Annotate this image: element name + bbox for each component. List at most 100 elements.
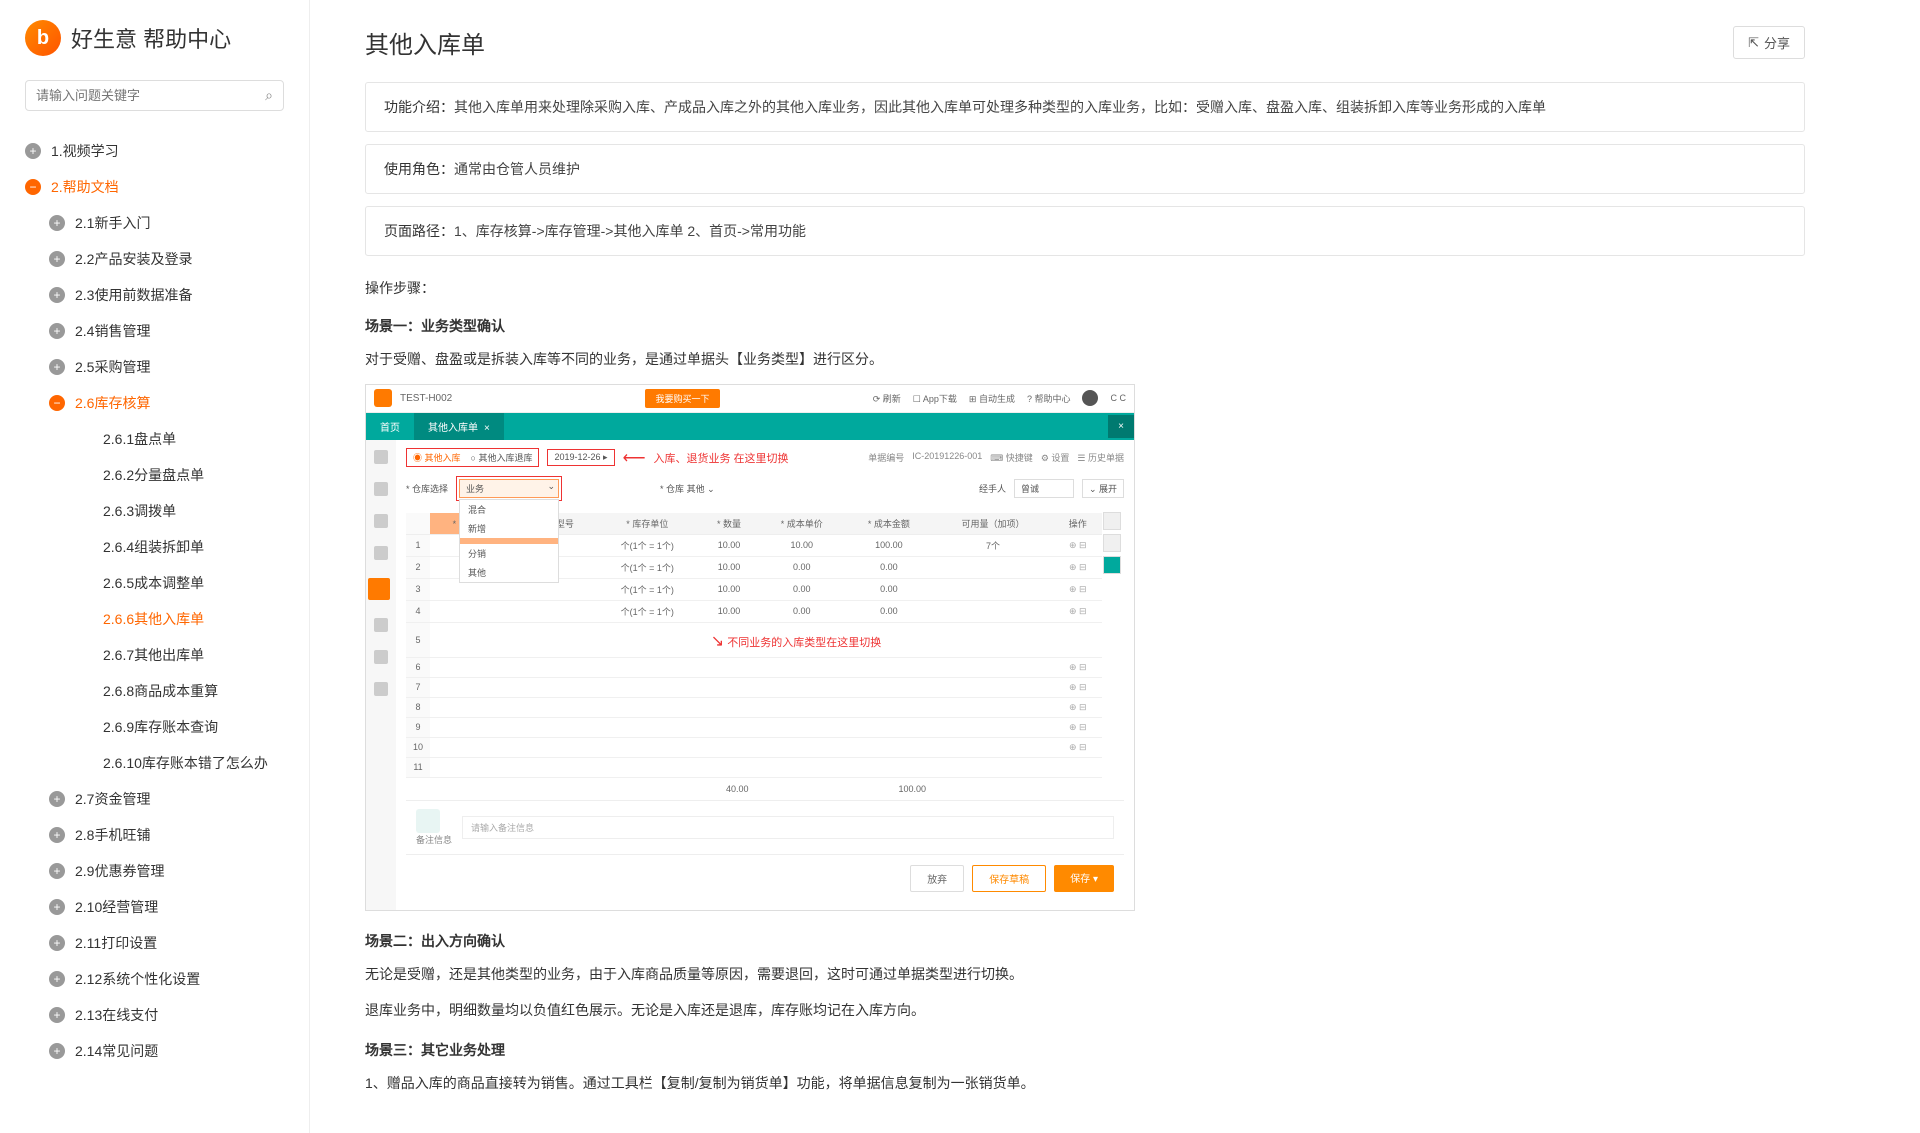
th-price: * 成本单价 xyxy=(758,513,845,535)
ss-date-field[interactable]: 2019-12-26 ▸ xyxy=(547,449,614,466)
sidebar: b 好生意 帮助中心 ⌕ +1.视频学习 −2.帮助文档 +2.1新手入门 +2… xyxy=(0,0,310,1133)
nav-2-6-1[interactable]: 2.6.1盘点单 xyxy=(103,421,284,457)
ss-nav-icon[interactable] xyxy=(374,650,388,664)
ss-save-button[interactable]: 保存 ▾ xyxy=(1054,865,1114,892)
nav-2-14[interactable]: +2.14常见问题 xyxy=(49,1033,284,1069)
ss-discard-button[interactable]: 放弃 xyxy=(910,865,964,892)
ss-avatar-icon[interactable] xyxy=(1082,390,1098,406)
th-num xyxy=(406,513,430,535)
scene1-title: 场景一：业务类型确认 xyxy=(365,316,1805,336)
plus-icon: + xyxy=(49,323,65,339)
table-row[interactable]: 5↘ 不同业务的入库类型在这里切换 xyxy=(406,622,1102,657)
ss-op-label: 经手人 xyxy=(979,482,1006,495)
nav-2-7[interactable]: +2.7资金管理 xyxy=(49,781,284,817)
ss-radio-in[interactable]: ◉ 其他入库 xyxy=(413,451,461,464)
main-content: 其他入库单 ⇱分享 功能介绍：其他入库单用来处理除采购入库、产成品入库之外的其他… xyxy=(310,0,1860,1133)
nav-video-learning[interactable]: +1.视频学习 xyxy=(25,133,284,169)
ss-expand-button[interactable]: ⌄ 展开 xyxy=(1082,479,1124,498)
table-row[interactable]: 7⊕ ⊟ xyxy=(406,677,1102,697)
ss-tab-other-in[interactable]: 其他入库单× xyxy=(414,413,504,440)
ss-op-field[interactable]: 曾诚 xyxy=(1014,479,1074,498)
ss-dd-opt[interactable]: 其他 xyxy=(460,563,558,582)
nav-2-6-3[interactable]: 2.6.3调拨单 xyxy=(103,493,284,529)
table-row[interactable]: 9⊕ ⊟ xyxy=(406,717,1102,737)
nav-2-5[interactable]: +2.5采购管理 xyxy=(49,349,284,385)
scene1-text: 对于受赠、盘盈或是拆装入库等不同的业务，是通过单据头【业务类型】进行区分。 xyxy=(365,348,1805,372)
nav-2-2[interactable]: +2.2产品安装及登录 xyxy=(49,241,284,277)
ss-nav-icon[interactable] xyxy=(374,482,388,496)
share-button[interactable]: ⇱分享 xyxy=(1733,26,1805,59)
ss-history-link[interactable]: ☰ 历史单据 xyxy=(1077,451,1124,464)
search-icon[interactable]: ⌕ xyxy=(265,87,273,104)
ss-docno-label: 单据编号 xyxy=(868,451,904,464)
nav-2-12[interactable]: +2.12系统个性化设置 xyxy=(49,961,284,997)
ss-app-link[interactable]: ☐ App下载 xyxy=(913,392,957,405)
ss-draft-button[interactable]: 保存草稿 xyxy=(972,865,1046,892)
ss-tool-icon[interactable] xyxy=(1103,512,1121,530)
scene2-text2: 退库业务中，明细数量均以负值红色展示。无论是入库还是退库，库存账均记在入库方向。 xyxy=(365,999,1805,1023)
ss-nav-icon[interactable] xyxy=(374,514,388,528)
nav-2-8[interactable]: +2.8手机旺铺 xyxy=(49,817,284,853)
ss-nav-icon[interactable] xyxy=(374,546,388,560)
search-box[interactable]: ⌕ xyxy=(25,80,284,111)
nav-2-1[interactable]: +2.1新手入门 xyxy=(49,205,284,241)
table-row[interactable]: 8⊕ ⊟ xyxy=(406,697,1102,717)
nav-2-4[interactable]: +2.4销售管理 xyxy=(49,313,284,349)
nav-2-3[interactable]: +2.3使用前数据准备 xyxy=(49,277,284,313)
nav-2-10[interactable]: +2.10经营管理 xyxy=(49,889,284,925)
ss-memo-input[interactable]: 请输入备注信息 xyxy=(462,816,1114,839)
minus-icon: − xyxy=(25,179,41,195)
nav-2-11[interactable]: +2.11打印设置 xyxy=(49,925,284,961)
ss-dd-opt[interactable]: 新增 xyxy=(460,519,558,538)
ss-refresh-link[interactable]: ⟳ 刷新 xyxy=(873,392,901,405)
ss-dd-opt[interactable]: 混合 xyxy=(460,500,558,519)
nav-2-6[interactable]: −2.6库存核算 xyxy=(49,385,284,421)
ss-biz-type-dropdown[interactable]: 业务 ⌄ 混合 新增 分销 其他 xyxy=(456,476,562,501)
ss-nav-icon[interactable] xyxy=(374,618,388,632)
nav-2-6-8[interactable]: 2.6.8商品成本重算 xyxy=(103,673,284,709)
ss-fastkey-link[interactable]: ⌨ 快捷键 xyxy=(990,451,1033,464)
ss-nav-icon-active[interactable] xyxy=(368,578,390,600)
ss-help-link[interactable]: ? 帮助中心 xyxy=(1027,392,1071,405)
ss-tool-icon-active[interactable] xyxy=(1103,556,1121,574)
nav-2-9[interactable]: +2.9优惠券管理 xyxy=(49,853,284,889)
ss-type-toggle[interactable]: ◉ 其他入库 ○ 其他入库退库 xyxy=(406,448,539,467)
nav-2-6-5[interactable]: 2.6.5成本调整单 xyxy=(103,565,284,601)
ss-settings-link[interactable]: ⚙ 设置 xyxy=(1041,451,1070,464)
ss-annotation-2: 不同业务的入库类型在这里切换 xyxy=(727,637,881,649)
th-unit: * 库存单位 xyxy=(595,513,700,535)
close-icon[interactable]: × xyxy=(484,423,490,434)
nav-2-6-9[interactable]: 2.6.9库存账本查询 xyxy=(103,709,284,745)
ss-nav-icon[interactable] xyxy=(374,682,388,696)
table-row[interactable]: 4个(1个 = 1个)10.000.000.00⊕ ⊟ xyxy=(406,600,1102,622)
ss-footer: 放弃 保存草稿 保存 ▾ xyxy=(406,854,1124,902)
table-row[interactable]: 11 xyxy=(406,757,1102,777)
ss-wh-field: * 仓库 其他 ⌄ xyxy=(660,482,715,495)
ss-tab-home[interactable]: 首页 xyxy=(366,413,414,440)
ss-nav-icon[interactable] xyxy=(374,450,388,464)
nav-2-6-2[interactable]: 2.6.2分量盘点单 xyxy=(103,457,284,493)
ss-buy-button[interactable]: 我要购买一下 xyxy=(645,389,719,408)
ss-total-amt: 100.00 xyxy=(899,784,927,794)
ss-close-all[interactable]: × xyxy=(1108,415,1134,438)
plus-icon: + xyxy=(49,971,65,987)
nav-2-6-7[interactable]: 2.6.7其他出库单 xyxy=(103,637,284,673)
nav-help-docs[interactable]: −2.帮助文档 xyxy=(25,169,284,205)
ss-tool-icon[interactable] xyxy=(1103,534,1121,552)
nav-2-6-10[interactable]: 2.6.10库存账本错了怎么办 xyxy=(103,745,284,781)
nav-2-13[interactable]: +2.13在线支付 xyxy=(49,997,284,1033)
table-row[interactable]: 6⊕ ⊟ xyxy=(406,657,1102,677)
ss-dd-opt[interactable]: 分销 xyxy=(460,544,558,563)
nav-2-6-4[interactable]: 2.6.4组装拆卸单 xyxy=(103,529,284,565)
ss-radio-out[interactable]: ○ 其他入库退库 xyxy=(471,451,533,464)
ss-biz-input[interactable]: 业务 xyxy=(459,479,559,498)
nav-2-6-6[interactable]: 2.6.6其他入库单 xyxy=(103,601,284,637)
scene2-title: 场景二：出入方向确认 xyxy=(365,931,1805,951)
ss-memo-label: 备注信息 xyxy=(416,833,452,846)
ss-username: C C xyxy=(1110,393,1126,403)
plus-icon: + xyxy=(49,251,65,267)
plus-icon: + xyxy=(49,359,65,375)
ss-gen-link[interactable]: ⊞ 自动生成 xyxy=(969,392,1015,405)
table-row[interactable]: 10⊕ ⊟ xyxy=(406,737,1102,757)
search-input[interactable] xyxy=(36,88,265,103)
